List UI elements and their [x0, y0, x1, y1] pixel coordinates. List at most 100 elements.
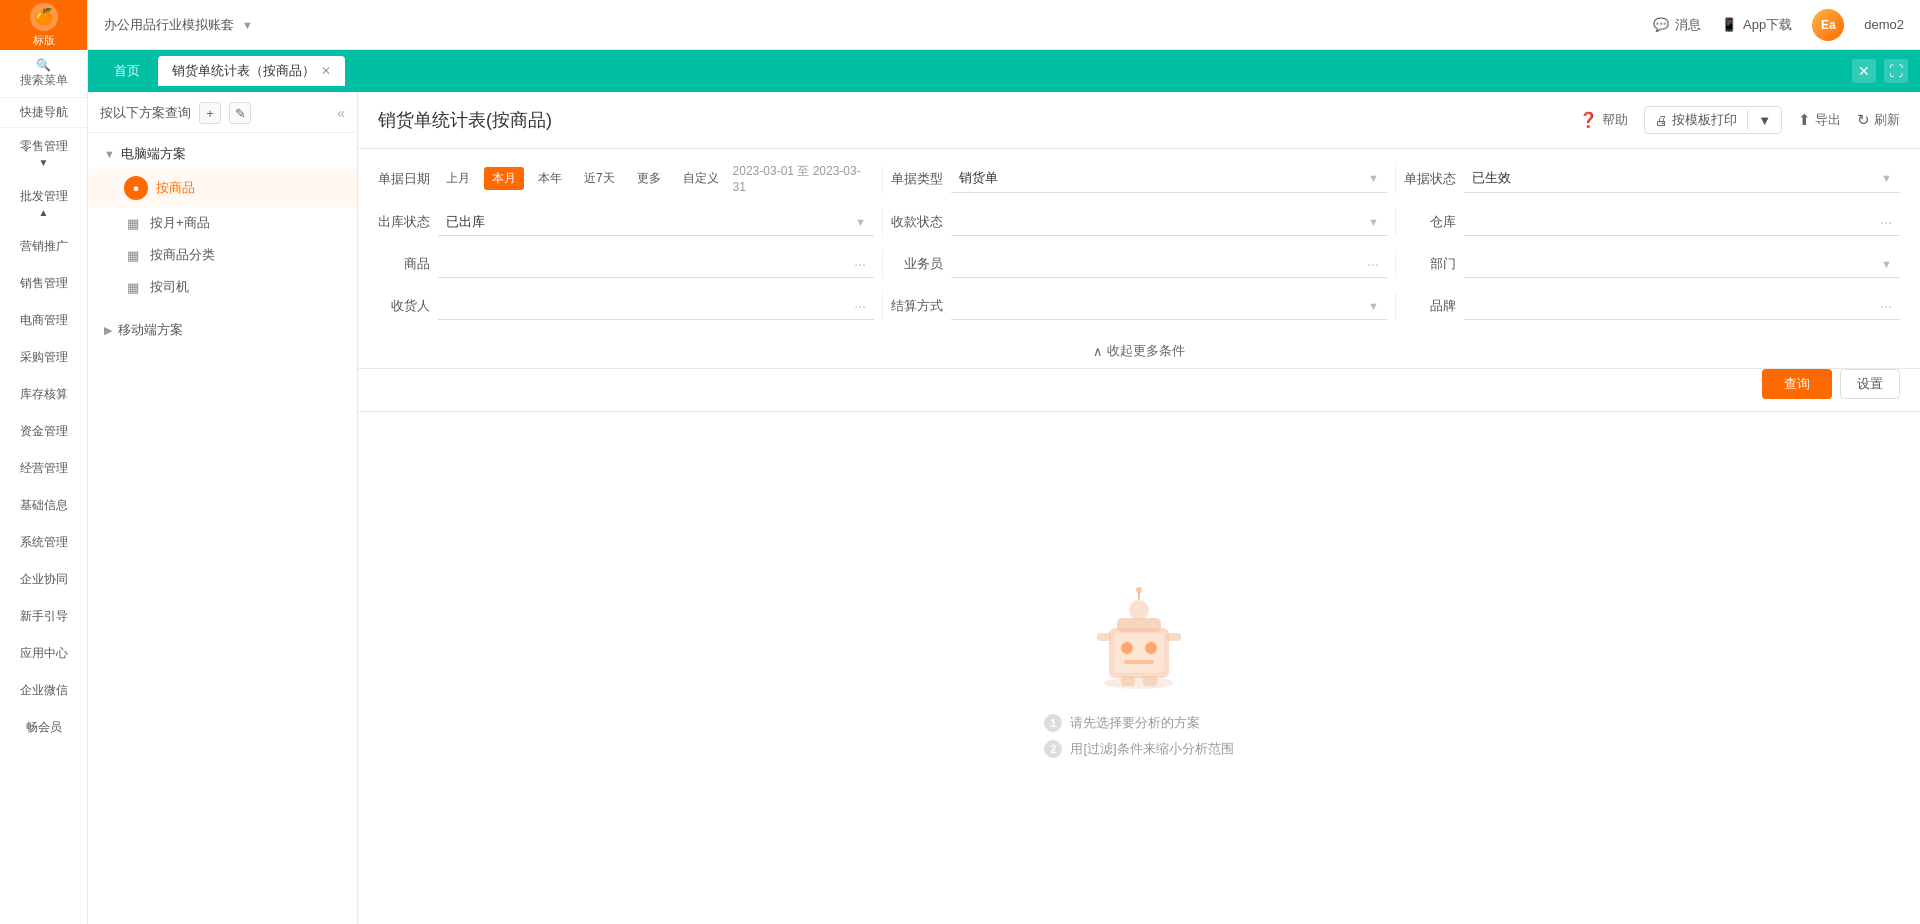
tab-sales-stats[interactable]: 销货单统计表（按商品） ✕	[158, 56, 345, 86]
warehouse-status-select[interactable]: 已出库 ▼	[438, 208, 874, 236]
payment-status-label: 收款状态	[891, 213, 943, 231]
filter-action-area: 单据日期 上月 本月 本年 近7天 更多 自定义 2023-03-01 至 20…	[358, 149, 1920, 412]
refresh-button[interactable]: ↻ 刷新	[1857, 111, 1900, 129]
brand-input[interactable]: ···	[1464, 292, 1900, 320]
export-button[interactable]: ⬆ 导出	[1798, 111, 1841, 129]
print-btn-group: 🖨 按模板打印 ▼	[1644, 106, 1782, 134]
sidebar-item-system-mgmt[interactable]: 系统管理	[0, 524, 87, 561]
content-area: 按以下方案查询 + ✎ « ▼ 电脑端方案 ● 按商品	[88, 92, 1920, 924]
scheme-by-product-category[interactable]: ▦ 按商品分类	[88, 239, 357, 271]
query-button[interactable]: 查询	[1762, 369, 1832, 399]
filter-row-4: 收货人 ··· 结算方式 ▼	[378, 292, 1900, 320]
right-panel: 销货单统计表(按商品) ❓ 帮助 🖨 按模板打印 ▼	[358, 92, 1920, 924]
sidebar-item-sales-mgmt[interactable]: 销售管理	[0, 265, 87, 302]
maximize-window-button[interactable]: ⛶	[1884, 59, 1908, 83]
separator	[1395, 165, 1396, 193]
template-selector[interactable]: 办公用品行业模拟账套 ▼	[104, 16, 253, 34]
scheme-by-cashier[interactable]: ▦ 按司机	[88, 271, 357, 303]
date-tab-more[interactable]: 更多	[629, 167, 669, 190]
mobile-scheme-header[interactable]: ▶ 移动端方案	[88, 315, 357, 345]
svg-point-0	[1104, 677, 1174, 689]
main-area: 办公用品行业模拟账套 ▼ 💬 消息 📱 App下载 Ea demo2 首页 销货…	[88, 0, 1920, 924]
message-button[interactable]: 💬 消息	[1653, 16, 1701, 34]
sidebar-item-enterprise-wechat[interactable]: 企业微信	[0, 672, 87, 709]
brand-picker-icon: ···	[1880, 298, 1892, 314]
pc-scheme-section: ▼ 电脑端方案 ● 按商品 ▦ 按月+商品 ▦ 按商品分类	[88, 133, 357, 309]
edit-scheme-button[interactable]: ✎	[229, 102, 251, 124]
print-dropdown-button[interactable]: ▼	[1748, 109, 1781, 132]
scheme-icon: ▦	[124, 214, 142, 232]
add-scheme-button[interactable]: +	[199, 102, 221, 124]
doc-type-select[interactable]: 销货单 ▼	[951, 165, 1387, 193]
settlement-select[interactable]: ▼	[951, 292, 1387, 320]
salesperson-input[interactable]: ···	[951, 250, 1387, 278]
sidebar-item-wholesale-mgmt[interactable]: 批发管理 ▲	[0, 178, 87, 228]
sidebar-item-inventory-check[interactable]: 库存核算	[0, 376, 87, 413]
collapse-panel-button[interactable]: «	[337, 105, 345, 121]
pc-scheme-header[interactable]: ▼ 电脑端方案	[88, 139, 357, 169]
scheme-by-product[interactable]: ● 按商品	[88, 169, 357, 207]
date-tab-last-month[interactable]: 上月	[438, 167, 478, 190]
scheme-by-month-product[interactable]: ▦ 按月+商品	[88, 207, 357, 239]
page-actions: ❓ 帮助 🖨 按模板打印 ▼ ⬆ 导出	[1579, 106, 1900, 148]
sidebar-item-beginner-guide[interactable]: 新手引导	[0, 598, 87, 635]
help-button[interactable]: ❓ 帮助	[1579, 111, 1628, 129]
sidebar-item-quick-nav[interactable]: 快捷导航	[0, 98, 87, 128]
collapse-filters-button[interactable]: ∧ 收起更多条件	[358, 334, 1920, 369]
sidebar-item-app-center[interactable]: 应用中心	[0, 635, 87, 672]
sidebar-item-marketing[interactable]: 营销推广	[0, 228, 87, 265]
close-window-button[interactable]: ✕	[1852, 59, 1876, 83]
empty-state-illustration	[1079, 578, 1199, 698]
sidebar-item-finance-mgmt[interactable]: 资金管理	[0, 413, 87, 450]
tab-window-controls: ✕ ⛶	[1852, 59, 1908, 83]
sidebar-item-vip[interactable]: 畅会员	[0, 709, 87, 746]
collapsed-icon: ▶	[104, 324, 112, 337]
date-label: 单据日期	[378, 170, 430, 188]
payment-status-field: 收款状态 ▼	[891, 208, 1387, 236]
tip-number-1: 1	[1044, 714, 1062, 732]
warehouse-label: 仓库	[1404, 213, 1456, 231]
settlement-field: 结算方式 ▼	[891, 292, 1387, 320]
sidebar-item-enterprise-collab[interactable]: 企业协同	[0, 561, 87, 598]
logo-icon: 🍊	[30, 3, 58, 31]
receiver-input[interactable]: ···	[438, 292, 874, 320]
salesperson-field: 业务员 ···	[891, 250, 1387, 278]
department-select[interactable]: ▼	[1464, 250, 1900, 278]
empty-tip-1: 1 请先选择要分析的方案	[1044, 714, 1233, 732]
date-tab-last-7[interactable]: 近7天	[576, 167, 623, 190]
date-tab-this-month[interactable]: 本月	[484, 167, 524, 190]
receiver-field: 收货人 ···	[378, 292, 874, 320]
empty-tip-2: 2 用[过滤]条件来缩小分析范围	[1044, 740, 1233, 758]
date-tab-custom[interactable]: 自定义	[675, 167, 727, 190]
separator	[882, 292, 883, 320]
warehouse-input[interactable]: ···	[1464, 208, 1900, 236]
payment-status-select[interactable]: ▼	[951, 208, 1387, 236]
close-tab-icon[interactable]: ✕	[321, 64, 331, 78]
tab-home[interactable]: 首页	[100, 56, 154, 86]
brand-label: 品牌	[1404, 297, 1456, 315]
add-icon: +	[206, 106, 214, 121]
sidebar-item-ecommerce-mgmt[interactable]: 电商管理	[0, 302, 87, 339]
warehouse-field: 仓库 ···	[1404, 208, 1900, 236]
sidebar-item-basic-info[interactable]: 基础信息	[0, 487, 87, 524]
product-input[interactable]: ···	[438, 250, 874, 278]
doc-status-field: 单据状态 已生效 ▼	[1404, 165, 1900, 193]
sidebar-item-retail-mgmt[interactable]: 零售管理 ▼	[0, 128, 87, 178]
date-tab-this-year[interactable]: 本年	[530, 167, 570, 190]
doc-status-select[interactable]: 已生效 ▼	[1464, 165, 1900, 193]
sidebar-item-business-mgmt[interactable]: 经营管理	[0, 450, 87, 487]
department-field: 部门 ▼	[1404, 250, 1900, 278]
sidebar-item-purchase-mgmt[interactable]: 采购管理	[0, 339, 87, 376]
settings-button[interactable]: 设置	[1840, 369, 1900, 399]
filter-row-2: 出库状态 已出库 ▼ 收款状态 ▼	[378, 208, 1900, 236]
doc-status-dropdown-icon: ▼	[1881, 172, 1892, 184]
print-button[interactable]: 🖨 按模板打印	[1645, 107, 1747, 133]
scheme-icon: ▦	[124, 278, 142, 296]
svg-rect-12	[1121, 676, 1135, 686]
help-icon: ❓	[1579, 111, 1598, 129]
app-logo[interactable]: 🍊 标版	[0, 0, 87, 50]
avatar[interactable]: Ea	[1812, 9, 1844, 41]
sidebar-item-search-menu[interactable]: 🔍 搜索菜单	[0, 50, 87, 98]
export-icon: ⬆	[1798, 111, 1811, 129]
app-download-button[interactable]: 📱 App下载	[1721, 16, 1792, 34]
